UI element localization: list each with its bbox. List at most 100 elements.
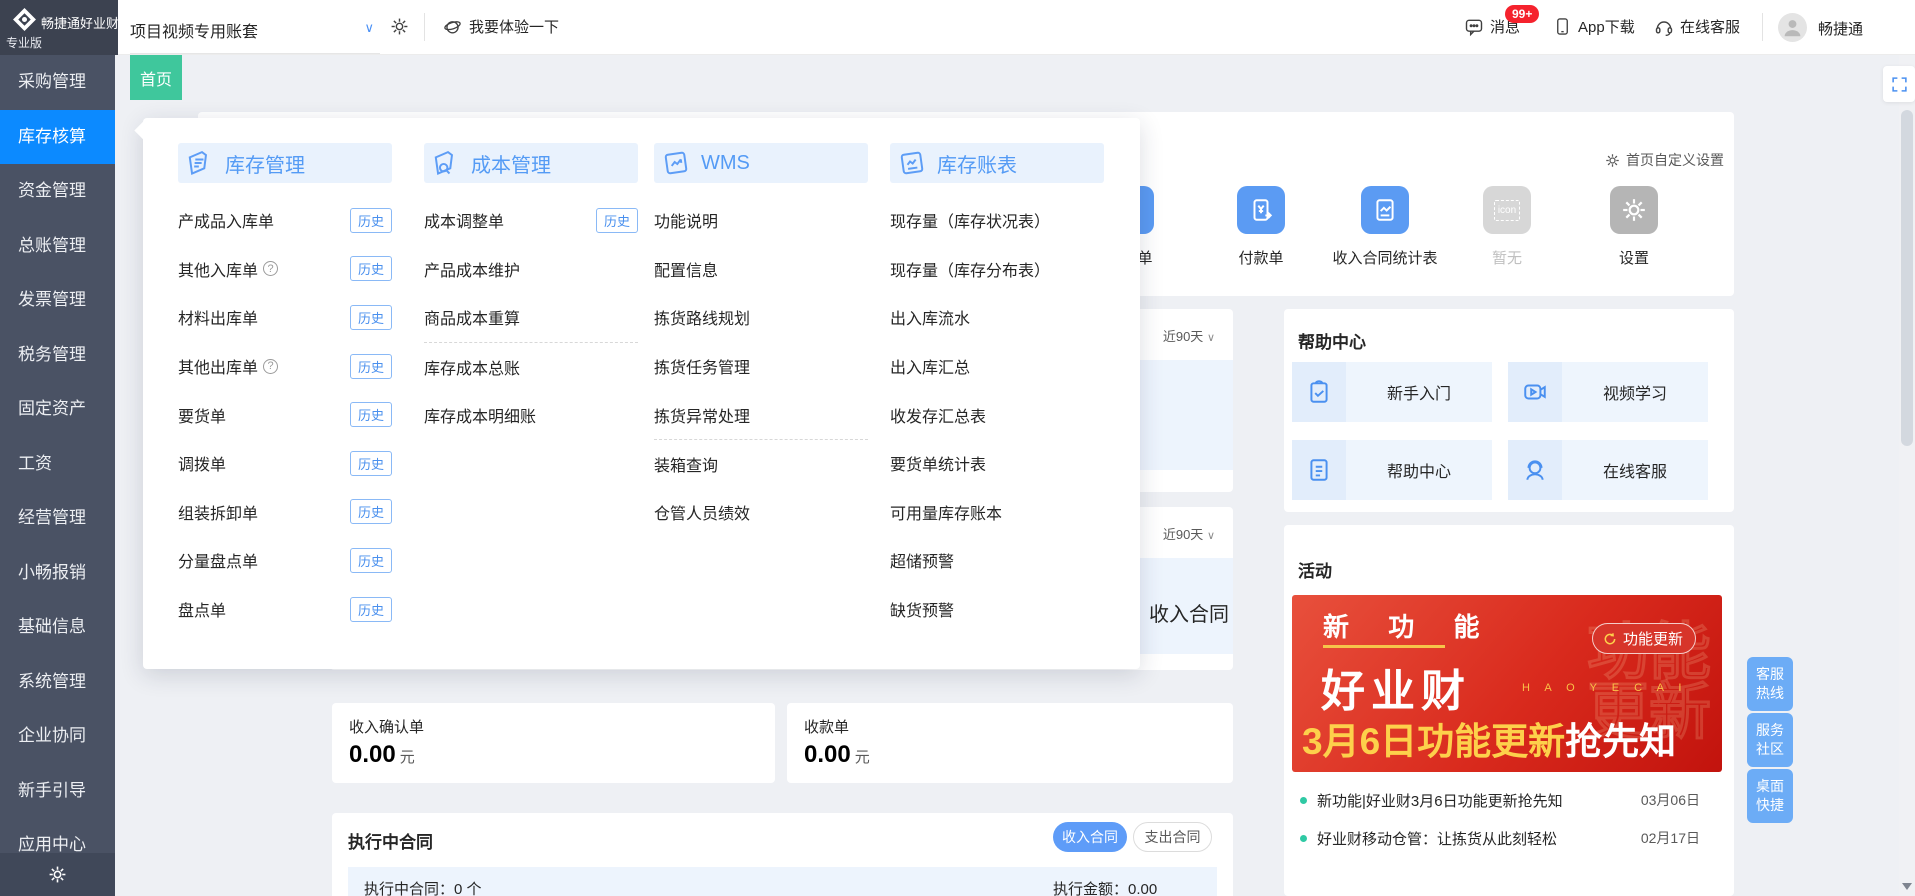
income-confirm-card[interactable]: 收入确认单 0.00 元 — [332, 703, 775, 783]
range-dropdown[interactable]: 近90天 ∨ — [1163, 326, 1215, 345]
menu-item[interactable]: 库存成本总账 ? — [424, 341, 638, 391]
history-badge[interactable]: 历史 — [349, 256, 392, 282]
sidebar-item[interactable]: 发票管理 — [0, 273, 115, 328]
sidebar-item[interactable]: 新手引导 — [0, 764, 115, 819]
account-selector[interactable]: 项目视频专用账套 ∨ — [130, 0, 380, 54]
sidebar-item[interactable]: 税务管理 — [0, 328, 115, 383]
menu-item[interactable]: 其他入库单 ? 历史 — [178, 245, 392, 294]
sidebar-item[interactable]: 工资 — [0, 437, 115, 492]
history-badge[interactable]: 历史 — [349, 353, 392, 379]
account-settings-gear[interactable] — [390, 17, 409, 41]
help-question-icon[interactable]: ? — [263, 358, 279, 374]
menu-item[interactable]: 其他出库单 ? 历史 — [178, 342, 392, 391]
sidebar-item[interactable]: 经营管理 — [0, 491, 115, 546]
history-badge[interactable]: 历史 — [349, 402, 392, 428]
dock-tab[interactable]: 客服 热线 — [1747, 657, 1793, 711]
online-service-button[interactable]: 在线客服 — [1654, 16, 1740, 37]
scrollbar-track[interactable] — [1899, 55, 1915, 896]
menu-item[interactable]: 组装拆卸单 ? 历史 — [178, 488, 392, 537]
shortcut-settings[interactable]: 设置 — [1574, 186, 1694, 268]
user-name[interactable]: 畅捷通 — [1818, 18, 1863, 39]
menu-item[interactable]: 现存量（库存状况表） ? — [890, 196, 1104, 245]
menu-item[interactable]: 分量盘点单 ? 历史 — [178, 536, 392, 585]
help-tile-getting-started[interactable]: 新手入门 — [1292, 362, 1492, 422]
shortcut-payment[interactable]: 付款单 — [1201, 186, 1321, 268]
sidebar-item[interactable]: 小畅报销 — [0, 546, 115, 601]
gear-icon[interactable] — [48, 865, 67, 884]
video-camera-icon — [1524, 384, 1546, 400]
history-badge[interactable]: 历史 — [349, 499, 392, 525]
history-badge[interactable]: 历史 — [349, 596, 392, 622]
dock-tab[interactable]: 桌面 快捷 — [1747, 769, 1793, 823]
menu-item[interactable]: 要货单统计表 ? — [890, 439, 1104, 488]
sidebar-item[interactable]: 采购管理 — [0, 55, 115, 110]
promo-banner[interactable]: 功能 更新 新 功 能 好业财 3月6日功能更新抢先知 功能更新 H A O Y… — [1292, 595, 1722, 772]
menu-item[interactable]: 功能说明 ? — [654, 196, 868, 245]
range-dropdown[interactable]: 近90天 ∨ — [1163, 524, 1215, 543]
scrollbar-thumb[interactable] — [1901, 110, 1913, 446]
news-item[interactable]: 新功能|好业财3月6日功能更新抢先知 03月06日 — [1292, 785, 1726, 815]
experience-link[interactable]: 我要体验一下 — [443, 16, 559, 37]
shortcut-contract-report[interactable]: 收入合同统计表 — [1325, 186, 1445, 268]
shortcut-empty-label: 暂无 — [1491, 250, 1522, 267]
menu-item[interactable]: 出入库流水 ? — [890, 293, 1104, 342]
menu-item[interactable]: 可用量库存账本 ? — [890, 488, 1104, 537]
user-avatar[interactable] — [1778, 13, 1807, 42]
brand-name: 畅捷通好业财 — [41, 16, 120, 31]
sidebar-item[interactable]: 资金管理 — [0, 164, 115, 219]
menu-item[interactable]: 盘点单 ? 历史 — [178, 585, 392, 634]
scroll-down-arrow[interactable] — [1902, 883, 1912, 890]
shortcut-empty[interactable]: icon 暂无 — [1447, 186, 1567, 268]
payment-icon — [1253, 199, 1273, 221]
menu-item[interactable]: 缺货预警 ? — [890, 585, 1104, 634]
menu-item[interactable]: 超储预警 ? — [890, 536, 1104, 585]
menu-item[interactable]: 出入库汇总 ? — [890, 342, 1104, 391]
menu-item[interactable]: 库存成本明细账 ? — [424, 390, 638, 439]
receipt-card[interactable]: 收款单 0.00 元 — [787, 703, 1233, 783]
app-download-button[interactable]: App下载 — [1553, 16, 1635, 37]
contracts-count: 执行中合同：0 个 — [364, 881, 482, 896]
menu-item[interactable]: 调拨单 ? 历史 — [178, 439, 392, 488]
brand-edition: 专业版 — [6, 36, 43, 50]
home-customize-link[interactable]: 首页自定义设置 — [1605, 150, 1724, 170]
help-tile-video-learning[interactable]: 视频学习 — [1508, 362, 1708, 422]
menu-item[interactable]: 材料出库单 ? 历史 — [178, 293, 392, 342]
sidebar-item[interactable]: 总账管理 — [0, 219, 115, 274]
menu-pointer-arrow — [134, 121, 153, 140]
help-tile-help-center[interactable]: 帮助中心 — [1292, 440, 1492, 500]
menu-item[interactable]: 产成品入库单 ? 历史 — [178, 196, 392, 245]
menu-item[interactable]: 产品成本维护 ? — [424, 245, 638, 294]
sidebar-nav: 采购管理 库存核算 资金管理 总账管理 发票管理 税务管理 固定资产 工资 经营管理 小畅报销 基础… — [0, 55, 115, 873]
sidebar-item[interactable]: 基础信息 — [0, 600, 115, 655]
news-item[interactable]: 好业财移动仓管：让拣货从此刻轻松 02月17日 — [1292, 823, 1726, 853]
bullet-icon — [1300, 796, 1307, 804]
menu-item[interactable]: 装箱查询 ? — [654, 438, 868, 488]
history-badge[interactable]: 历史 — [595, 207, 638, 233]
menu-item[interactable]: 配置信息 ? — [654, 245, 868, 294]
menu-item[interactable]: 商品成本重算 ? — [424, 293, 638, 342]
fullscreen-button[interactable] — [1883, 66, 1915, 102]
help-tile-online-service[interactable]: 在线客服 — [1508, 440, 1708, 500]
menu-item[interactable]: 拣货路线规划 ? — [654, 293, 868, 342]
sidebar-item[interactable]: 固定资产 — [0, 382, 115, 437]
menu-item[interactable]: 要货单 ? 历史 — [178, 390, 392, 439]
menu-item[interactable]: 仓管人员绩效 ? — [654, 488, 868, 537]
menu-item[interactable]: 收发存汇总表 ? — [890, 390, 1104, 439]
dock-tab[interactable]: 服务 社区 — [1747, 713, 1793, 767]
history-badge[interactable]: 历史 — [349, 304, 392, 330]
history-badge[interactable]: 历史 — [349, 547, 392, 573]
menu-item[interactable]: 现存量（库存分布表） ? — [890, 245, 1104, 294]
sidebar-item[interactable]: 库存核算 — [0, 109, 115, 164]
menu-header-cost: 成本管理 — [424, 143, 638, 183]
menu-item[interactable]: 成本调整单 ? 历史 — [424, 196, 638, 245]
history-badge[interactable]: 历史 — [349, 207, 392, 233]
sidebar-item[interactable]: 系统管理 — [0, 655, 115, 710]
history-badge[interactable]: 历史 — [349, 450, 392, 476]
menu-item[interactable]: 拣货任务管理 ? — [654, 342, 868, 391]
sidebar-item[interactable]: 企业协同 — [0, 709, 115, 764]
income-contract-pill[interactable]: 收入合同 — [1053, 822, 1127, 852]
expense-contract-pill[interactable]: 支出合同 — [1133, 822, 1212, 852]
help-question-icon[interactable]: ? — [263, 261, 279, 277]
tab-home[interactable]: 首页 — [130, 55, 182, 100]
menu-item[interactable]: 拣货异常处理 ? — [654, 390, 868, 439]
